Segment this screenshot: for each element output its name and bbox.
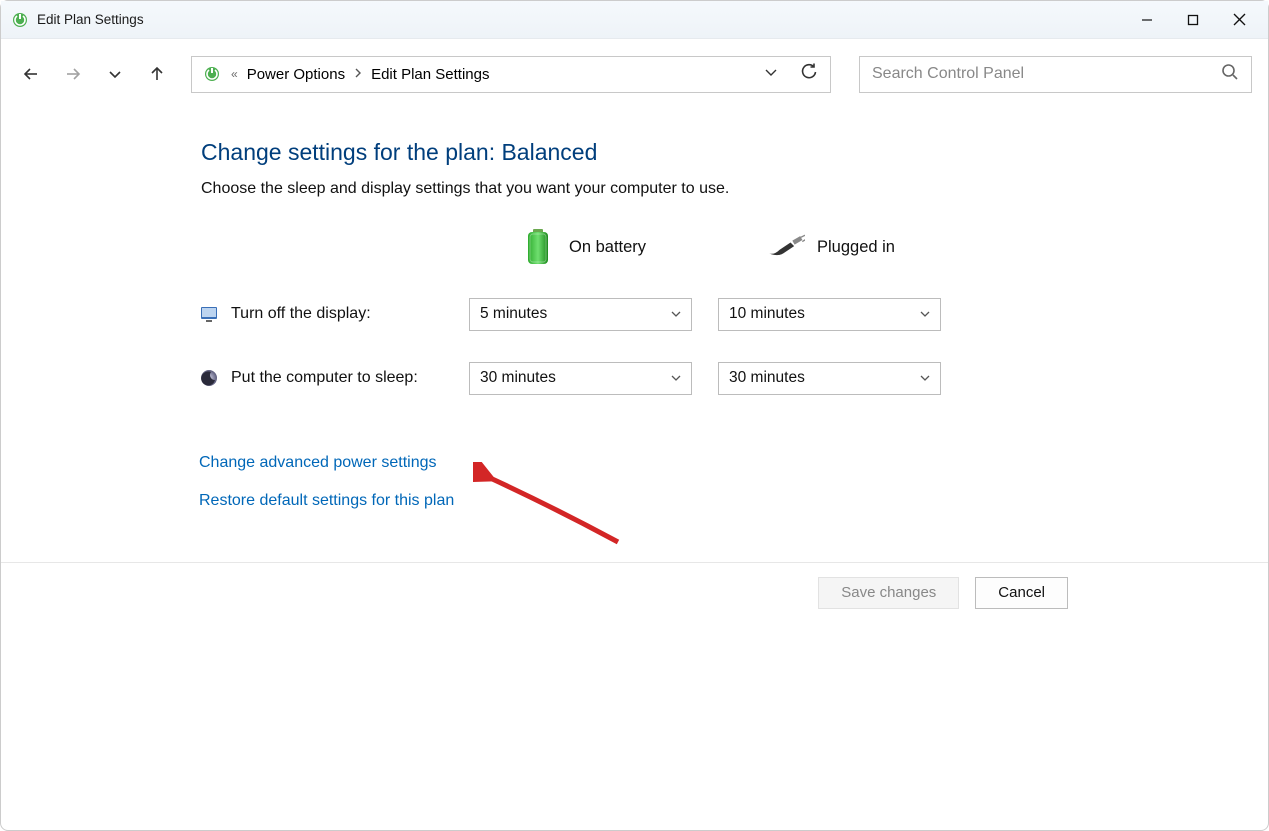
recent-locations-button[interactable] bbox=[101, 60, 129, 88]
power-options-icon bbox=[202, 64, 222, 84]
maximize-button[interactable] bbox=[1170, 4, 1216, 36]
display-icon bbox=[199, 304, 219, 324]
power-options-icon bbox=[11, 11, 29, 29]
row-sleep-label: Put the computer to sleep: bbox=[231, 369, 418, 387]
up-button[interactable] bbox=[143, 60, 171, 88]
chevron-down-icon bbox=[920, 371, 930, 385]
column-header-battery: On battery bbox=[519, 228, 767, 266]
close-button[interactable] bbox=[1216, 4, 1262, 36]
breadcrumb-edit-plan-settings[interactable]: Edit Plan Settings bbox=[371, 66, 489, 83]
row-display-label: Turn off the display: bbox=[231, 305, 371, 323]
column-header-battery-label: On battery bbox=[569, 238, 646, 257]
search-input[interactable] bbox=[872, 65, 1221, 83]
sleep-icon bbox=[199, 368, 219, 388]
dropdown-display-battery-value: 5 minutes bbox=[480, 305, 547, 323]
dropdown-display-plugged-value: 10 minutes bbox=[729, 305, 805, 323]
dropdown-sleep-battery-value: 30 minutes bbox=[480, 369, 556, 387]
window-titlebar: Edit Plan Settings bbox=[1, 1, 1268, 39]
cancel-button[interactable]: Cancel bbox=[975, 577, 1068, 609]
breadcrumb-separator-icon bbox=[353, 67, 363, 81]
refresh-button[interactable] bbox=[800, 63, 818, 85]
page-description: Choose the sleep and display settings th… bbox=[201, 180, 1268, 198]
dropdown-display-battery[interactable]: 5 minutes bbox=[469, 298, 692, 331]
dropdown-sleep-battery[interactable]: 30 minutes bbox=[469, 362, 692, 395]
breadcrumb-overflow-icon[interactable]: « bbox=[230, 67, 239, 81]
minimize-button[interactable] bbox=[1124, 4, 1170, 36]
address-history-button[interactable] bbox=[764, 65, 778, 84]
address-bar[interactable]: « Power Options Edit Plan Settings bbox=[191, 56, 831, 93]
column-header-plugged: Plugged in bbox=[767, 228, 1015, 266]
row-turn-off-display: Turn off the display: 5 minutes 10 minut… bbox=[199, 296, 1268, 332]
forward-button[interactable] bbox=[59, 60, 87, 88]
link-advanced-power-settings[interactable]: Change advanced power settings bbox=[199, 454, 1268, 472]
search-icon[interactable] bbox=[1221, 63, 1239, 86]
chevron-down-icon bbox=[920, 307, 930, 321]
row-put-to-sleep: Put the computer to sleep: 30 minutes 30… bbox=[199, 360, 1268, 396]
chevron-down-icon bbox=[671, 307, 681, 321]
chevron-down-icon bbox=[671, 371, 681, 385]
dropdown-sleep-plugged-value: 30 minutes bbox=[729, 369, 805, 387]
breadcrumb-power-options[interactable]: Power Options bbox=[247, 66, 345, 83]
nav-toolbar: « Power Options Edit Plan Settings bbox=[1, 39, 1268, 109]
search-box[interactable] bbox=[859, 56, 1252, 93]
dropdown-display-plugged[interactable]: 10 minutes bbox=[718, 298, 941, 331]
footer-bar: Save changes Cancel bbox=[1, 562, 1268, 622]
column-header-plugged-label: Plugged in bbox=[817, 238, 895, 257]
battery-icon bbox=[519, 228, 557, 266]
window-title: Edit Plan Settings bbox=[37, 12, 144, 27]
content-pane: Change settings for the plan: Balanced C… bbox=[1, 109, 1268, 510]
save-button[interactable]: Save changes bbox=[818, 577, 959, 609]
plug-icon bbox=[767, 228, 805, 266]
page-heading: Change settings for the plan: Balanced bbox=[201, 139, 1268, 166]
dropdown-sleep-plugged[interactable]: 30 minutes bbox=[718, 362, 941, 395]
back-button[interactable] bbox=[17, 60, 45, 88]
link-restore-defaults[interactable]: Restore default settings for this plan bbox=[199, 492, 1268, 510]
